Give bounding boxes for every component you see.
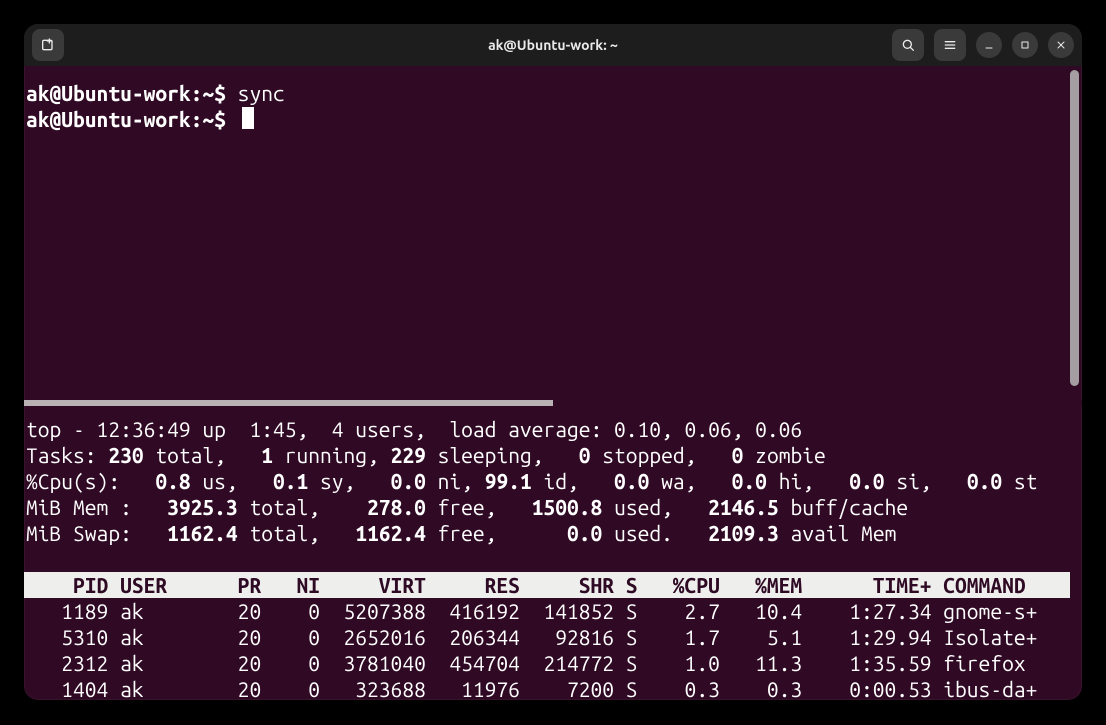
top-swap: MiB Swap: 1162.4 total, 1162.4 free, 0.0… [24, 520, 1068, 546]
shell-prompt: ak@Ubuntu-work:~$ [26, 107, 226, 131]
scrollbar-thumb[interactable] [1070, 70, 1079, 386]
blank-line [24, 546, 1068, 572]
terminal-window: ak@Ubuntu-work: ~ ak@Ubuntu-work:~$ sync… [24, 24, 1082, 700]
terminal-content[interactable]: ak@Ubuntu-work:~$ syncak@Ubuntu-work:~$ … [24, 66, 1082, 700]
menu-button[interactable] [934, 29, 966, 61]
search-button[interactable] [892, 29, 924, 61]
lower-pane[interactable]: top - 12:36:49 up 1:45, 4 users, load av… [24, 416, 1068, 700]
maximize-icon [1019, 39, 1031, 51]
prompt-line: ak@Ubuntu-work:~$ sync [24, 80, 1068, 106]
prompt-line: ak@Ubuntu-work:~$ [24, 106, 1068, 132]
process-row: 2312 ak 20 0 3781040 454704 214772 S 1.0… [24, 650, 1068, 676]
shell-command: sync [226, 81, 285, 105]
top-cpu: %Cpu(s): 0.8 us, 0.1 sy, 0.0 ni, 99.1 id… [24, 468, 1068, 494]
new-tab-icon [40, 37, 56, 53]
maximize-button[interactable] [1012, 32, 1038, 58]
search-icon [900, 37, 916, 53]
hamburger-menu-icon [942, 37, 958, 53]
scrollbar[interactable] [1070, 70, 1079, 386]
close-icon [1055, 39, 1067, 51]
top-tasks: Tasks: 230 total, 1 running, 229 sleepin… [24, 442, 1068, 468]
minimize-icon [983, 39, 995, 51]
shell-command [226, 107, 238, 131]
minimize-button[interactable] [976, 32, 1002, 58]
pane-split[interactable] [24, 400, 1082, 406]
process-row: 5310 ak 20 0 2652016 206344 92816 S 1.7 … [24, 624, 1068, 650]
shell-prompt: ak@Ubuntu-work:~$ [26, 81, 226, 105]
titlebar[interactable]: ak@Ubuntu-work: ~ [24, 24, 1082, 66]
process-row: 1189 ak 20 0 5207388 416192 141852 S 2.7… [24, 598, 1068, 624]
new-tab-button[interactable] [32, 29, 64, 61]
top-mem: MiB Mem : 3925.3 total, 278.0 free, 1500… [24, 494, 1068, 520]
cursor [242, 107, 254, 129]
close-button[interactable] [1048, 32, 1074, 58]
top-summary: top - 12:36:49 up 1:45, 4 users, load av… [24, 416, 1068, 442]
process-row: 1404 ak 20 0 323688 11976 7200 S 0.3 0.3… [24, 676, 1068, 700]
process-header: PID USER PR NI VIRT RES SHR S %CPU %MEM … [24, 572, 1070, 598]
